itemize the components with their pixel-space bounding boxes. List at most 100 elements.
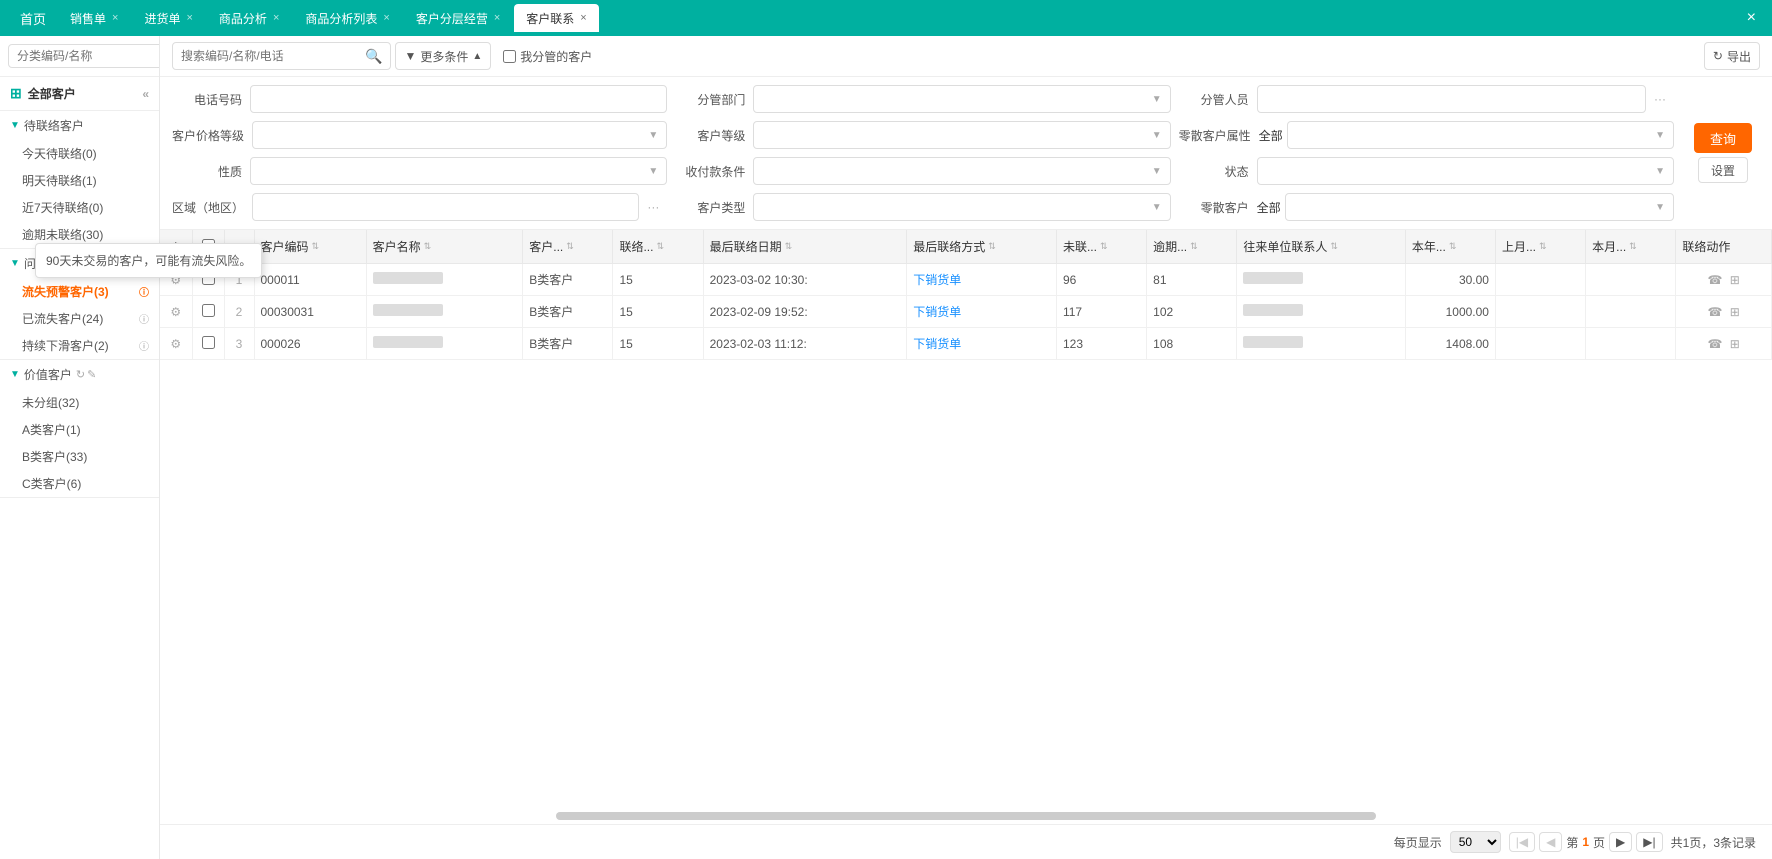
tab-product-analysis[interactable]: 商品分析 × — [207, 4, 291, 32]
search-input[interactable] — [181, 49, 361, 63]
filter-customer-type-select[interactable]: ▼ — [753, 193, 1170, 221]
sidebar-group-value-header[interactable]: ▼ 价值客户 ↻ ✎ — [0, 360, 159, 389]
row-type: B类客户 — [523, 264, 613, 296]
col-not-contacted[interactable]: 未联...⇅ — [1056, 230, 1146, 264]
filter-status-select[interactable]: ▼ — [1257, 157, 1674, 185]
filter-dept-select[interactable]: ▼ — [753, 85, 1170, 113]
filter-person-more[interactable]: ··· — [1646, 92, 1674, 106]
filter-customer-level-select[interactable]: ▼ — [753, 121, 1170, 149]
row-last-method[interactable]: 下销货单 — [907, 264, 1057, 296]
sidebar-item-b-class[interactable]: B类客户(33) — [0, 443, 159, 470]
sidebar-all-customers[interactable]: ⊞ 全部客户 « — [0, 77, 159, 111]
row-settings[interactable]: ⚙ — [160, 296, 192, 328]
row-last-date: 2023-02-09 19:52: — [703, 296, 907, 328]
tab-customer-contact-close[interactable]: × — [580, 12, 586, 24]
tab-product-list-close[interactable]: × — [383, 12, 389, 24]
row-settings-icon[interactable]: ⚙ — [170, 305, 181, 319]
more-action-icon[interactable]: ⊞ — [1730, 337, 1740, 351]
contact-icon[interactable]: ☎ — [1707, 337, 1722, 351]
row-settings[interactable]: ⚙ — [160, 328, 192, 360]
row-settings-icon[interactable]: ⚙ — [170, 337, 181, 351]
col-this-year[interactable]: 本年...⇅ — [1405, 230, 1495, 264]
col-last-month[interactable]: 上月...⇅ — [1495, 230, 1585, 264]
col-type[interactable]: 客户...⇅ — [523, 230, 613, 264]
tab-sales-close[interactable]: × — [112, 12, 118, 24]
per-page-select[interactable]: 50 100 200 — [1450, 831, 1501, 853]
window-close-button[interactable]: × — [1739, 5, 1764, 31]
sidebar-item-today[interactable]: 今天待联络(0) — [0, 140, 159, 167]
next-page-btn[interactable]: ▶ — [1609, 832, 1632, 852]
more-conditions-btn[interactable]: ▼ 更多条件 ▲ — [395, 42, 491, 70]
row-action[interactable]: ☎ ⊞ — [1676, 328, 1772, 360]
prev-page-btn[interactable]: ◀ — [1539, 832, 1562, 852]
col-code[interactable]: 客户编码⇅ — [254, 230, 366, 264]
sidebar-item-declining[interactable]: 持续下滑客户(2) ⓘ — [0, 332, 159, 359]
sidebar-item-7days[interactable]: 近7天待联络(0) — [0, 194, 159, 221]
sidebar-item-churned[interactable]: 已流失客户(24) ⓘ — [0, 305, 159, 332]
row-checkbox[interactable] — [202, 336, 215, 349]
col-unit-contact[interactable]: 往来单位联系人⇅ — [1237, 230, 1406, 264]
contact-icon[interactable]: ☎ — [1707, 305, 1722, 319]
filter-region-more[interactable]: ··· — [639, 200, 667, 214]
edit-small-icon[interactable]: ✎ — [87, 368, 96, 381]
col-overdue[interactable]: 逾期...⇅ — [1147, 230, 1237, 264]
col-contacts[interactable]: 联络...⇅ — [613, 230, 703, 264]
last-page-btn[interactable]: ▶| — [1636, 832, 1662, 852]
chevron-down-icon3: ▼ — [1152, 130, 1162, 141]
more-action-icon[interactable]: ⊞ — [1730, 273, 1740, 287]
query-button[interactable]: 查询 — [1694, 123, 1752, 153]
more-action-icon[interactable]: ⊞ — [1730, 305, 1740, 319]
sidebar-item-churn-warning[interactable]: 流失预警客户(3) ⓘ — [0, 278, 159, 305]
refresh-small-icon[interactable]: ↻ — [76, 368, 85, 381]
filter-nature-select[interactable]: ▼ — [250, 157, 667, 185]
sidebar-item-tomorrow[interactable]: 明天待联络(1) — [0, 167, 159, 194]
tab-customer-contact[interactable]: 客户联系 × — [514, 4, 598, 32]
row-action[interactable]: ☎ ⊞ — [1676, 296, 1772, 328]
row-last-method[interactable]: 下销货单 — [907, 296, 1057, 328]
row-last-method[interactable]: 下销货单 — [907, 328, 1057, 360]
filter-phone-input[interactable] — [250, 85, 667, 113]
tab-product-analysis-close[interactable]: × — [273, 12, 279, 24]
contact-icon[interactable]: ☎ — [1707, 273, 1722, 287]
row-action[interactable]: ☎ ⊞ — [1676, 264, 1772, 296]
sidebar-group-pending-header[interactable]: ▼ 待联络客户 — [0, 111, 159, 140]
search-submit-icon[interactable]: 🔍 — [365, 48, 382, 65]
tab-purchase-close[interactable]: × — [186, 12, 192, 24]
sidebar-item-tomorrow-label: 明天待联络(1) — [22, 172, 149, 189]
row-checkbox-cell[interactable] — [192, 328, 224, 360]
sidebar-item-c-class[interactable]: C类客户(6) — [0, 470, 159, 497]
col-name[interactable]: 客户名称⇅ — [366, 230, 523, 264]
filter-payment-select[interactable]: ▼ — [753, 157, 1170, 185]
settings-button[interactable]: 设置 — [1698, 157, 1748, 183]
my-customers-checkbox[interactable] — [503, 50, 516, 63]
my-customers-filter[interactable]: 我分管的客户 — [495, 42, 600, 70]
col-last-method[interactable]: 最后联络方式⇅ — [907, 230, 1057, 264]
content-area: 🔍 ▼ 更多条件 ▲ 我分管的客户 ↻ 导出 — [160, 36, 1772, 859]
filter-person-select[interactable] — [1257, 85, 1646, 113]
collapse-icon[interactable]: « — [142, 87, 149, 101]
filter-retail-select[interactable]: ▼ — [1285, 193, 1674, 221]
horizontal-scrollbar[interactable] — [160, 808, 1772, 824]
filter-retail-attr-select[interactable]: ▼ — [1287, 121, 1674, 149]
tab-product-list[interactable]: 商品分析列表 × — [293, 4, 401, 32]
tab-customer-layer-close[interactable]: × — [494, 12, 500, 24]
tab-customer-layer[interactable]: 客户分层经营 × — [404, 4, 512, 32]
first-page-btn[interactable]: |◀ — [1509, 832, 1535, 852]
sidebar-item-a-class[interactable]: A类客户(1) — [0, 416, 159, 443]
export-btn[interactable]: ↻ 导出 — [1704, 42, 1760, 70]
sidebar-item-ungrouped[interactable]: 未分组(32) — [0, 389, 159, 416]
filter-price-level-select[interactable]: ▼ — [252, 121, 667, 149]
tab-sales[interactable]: 销售单 × — [58, 4, 130, 32]
scrollbar-track[interactable] — [556, 812, 1376, 820]
col-this-month[interactable]: 本月...⇅ — [1586, 230, 1676, 264]
row-checkbox-cell[interactable] — [192, 296, 224, 328]
filter-region-select[interactable] — [252, 193, 639, 221]
col-last-date[interactable]: 最后联络日期⇅ — [703, 230, 907, 264]
sidebar-search-input[interactable] — [8, 44, 160, 68]
tab-purchase[interactable]: 进货单 × — [132, 4, 204, 32]
row-checkbox[interactable] — [202, 304, 215, 317]
scrollbar-thumb[interactable] — [556, 812, 1376, 820]
row-not-contacted: 123 — [1056, 328, 1146, 360]
tab-home[interactable]: 首页 — [8, 9, 58, 28]
row-name — [366, 296, 523, 328]
